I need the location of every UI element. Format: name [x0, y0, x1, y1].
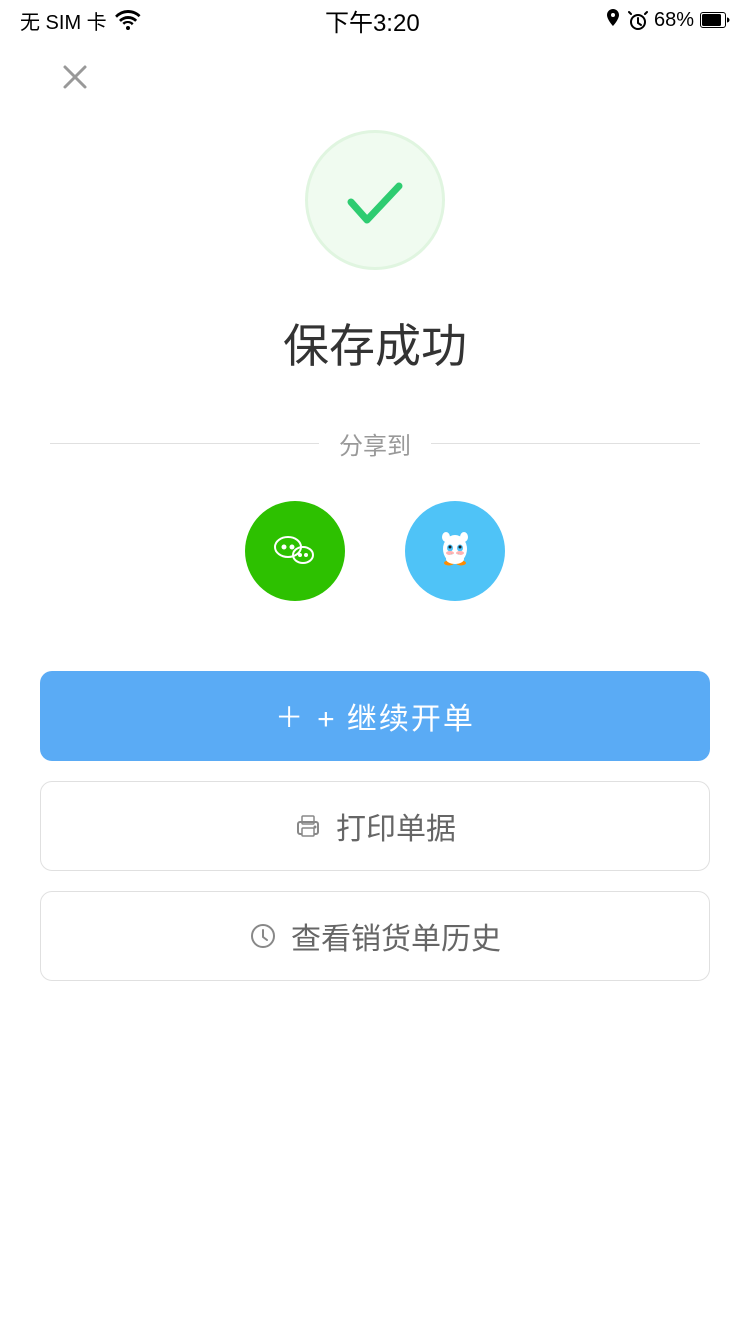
- wechat-share-button[interactable]: [245, 501, 345, 601]
- no-sim-text: 无 SIM 卡: [20, 6, 107, 35]
- history-button[interactable]: 查看销货单历史: [40, 891, 710, 981]
- continue-button[interactable]: ＋ + 继续开单: [40, 671, 710, 761]
- qq-icon: [427, 523, 483, 579]
- battery-icon: [700, 12, 730, 28]
- checkmark-icon: [339, 164, 411, 236]
- wechat-icon: [267, 523, 323, 579]
- wifi-icon: [115, 10, 141, 30]
- printer-icon: [294, 812, 322, 840]
- plus-icon: ＋: [275, 696, 303, 736]
- share-icons-row: [245, 501, 505, 601]
- share-divider: 分享到: [0, 426, 750, 461]
- share-label: 分享到: [319, 426, 431, 461]
- location-icon: [604, 9, 622, 31]
- clock-icon: [249, 922, 277, 950]
- battery-percent: 68%: [654, 9, 694, 32]
- status-left: 无 SIM 卡: [20, 6, 141, 35]
- status-bar: 无 SIM 卡 下午3:20 68%: [0, 0, 750, 40]
- print-button[interactable]: 打印单据: [40, 781, 710, 871]
- success-title: 保存成功: [283, 310, 467, 376]
- divider-right: [431, 443, 700, 444]
- status-time: 下午3:20: [325, 3, 420, 38]
- print-label: 打印单据: [336, 804, 456, 848]
- divider-left: [50, 443, 319, 444]
- continue-label: + 继续开单: [317, 694, 475, 738]
- alarm-icon: [628, 9, 648, 31]
- main-content: 保存成功 分享到: [0, 40, 750, 981]
- share-section: 分享到: [0, 426, 750, 601]
- history-label: 查看销货单历史: [291, 914, 501, 958]
- success-icon-circle: [305, 130, 445, 270]
- qq-share-button[interactable]: [405, 501, 505, 601]
- action-buttons: ＋ + 继续开单 打印单据 查看销货单历: [0, 671, 750, 981]
- status-right: 68%: [604, 9, 730, 32]
- close-button[interactable]: [50, 52, 100, 102]
